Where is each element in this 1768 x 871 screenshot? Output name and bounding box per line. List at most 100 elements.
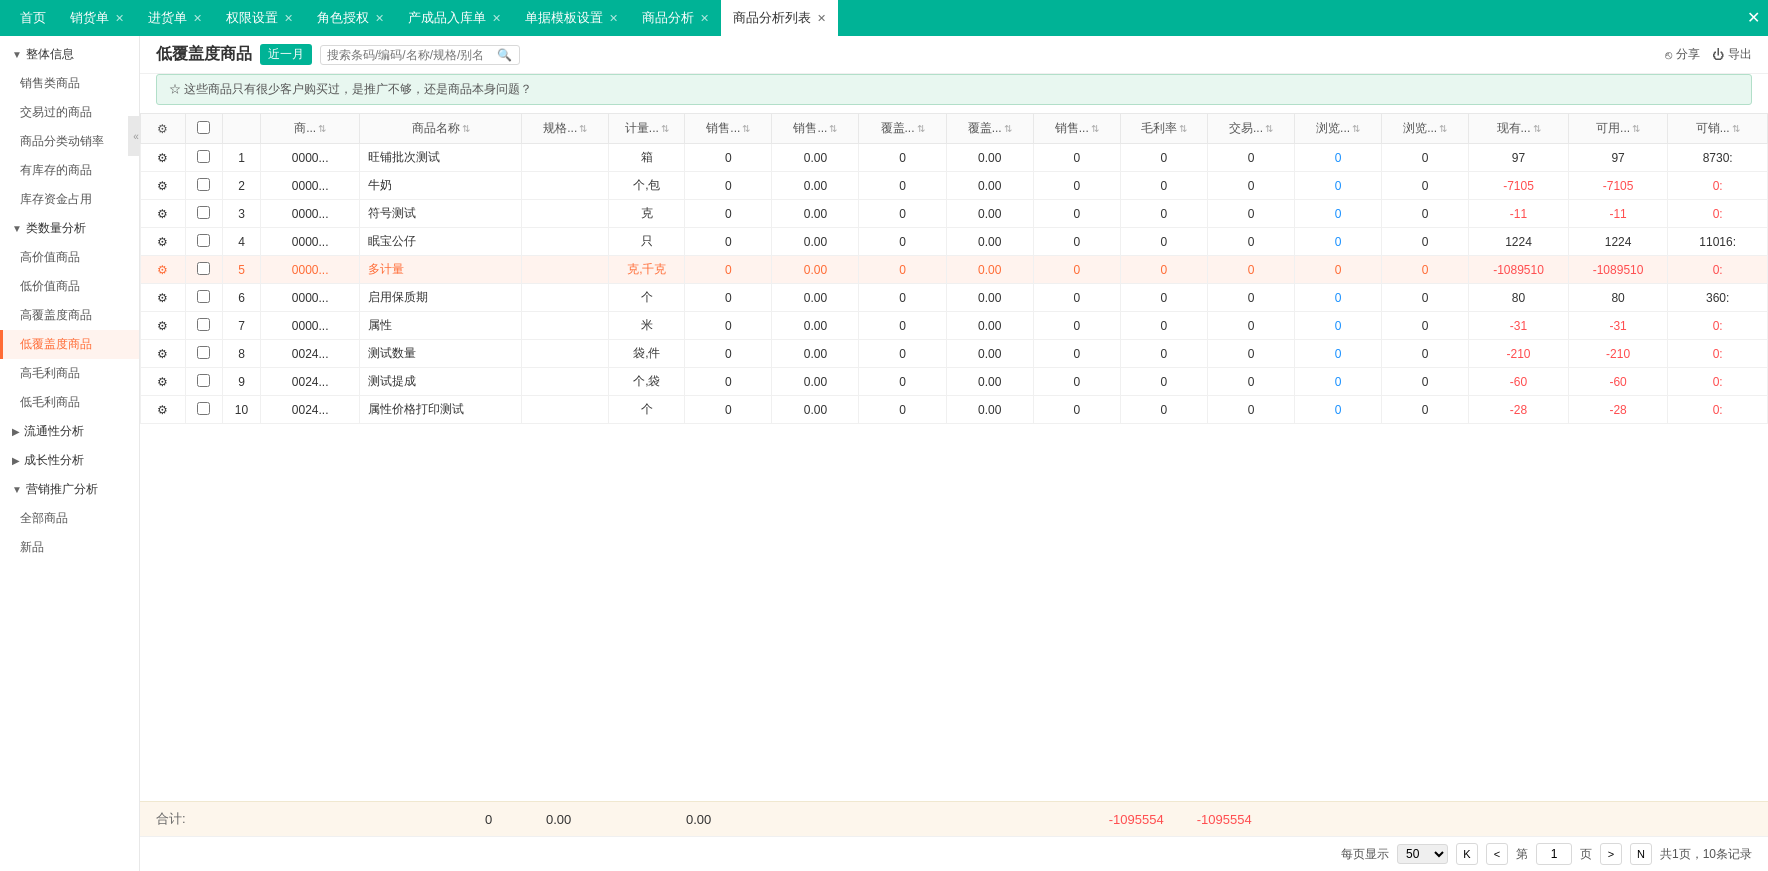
row-browse1[interactable]: 0 bbox=[1295, 172, 1382, 200]
col-browse1[interactable]: 浏览...⇅ bbox=[1295, 114, 1382, 144]
sidebar-item-low-coverage[interactable]: 低覆盖度商品 bbox=[0, 330, 139, 359]
row-browse2: 0 bbox=[1382, 200, 1469, 228]
row-settings[interactable]: ⚙ bbox=[141, 312, 186, 340]
last-page-button[interactable]: N bbox=[1630, 843, 1652, 865]
nav-tab-analysis-list[interactable]: 商品分析列表 ✕ bbox=[721, 0, 838, 36]
row-settings[interactable]: ⚙ bbox=[141, 228, 186, 256]
first-page-button[interactable]: K bbox=[1456, 843, 1478, 865]
window-close-button[interactable]: ✕ bbox=[1747, 10, 1760, 26]
sidebar-section-overall[interactable]: ▼ 整体信息 bbox=[0, 40, 139, 69]
close-analysis-list-icon[interactable]: ✕ bbox=[817, 12, 826, 25]
col-coverage1[interactable]: 覆盖...⇅ bbox=[859, 114, 946, 144]
close-products-icon[interactable]: ✕ bbox=[492, 12, 501, 25]
row-sales-qty: 0 bbox=[685, 200, 772, 228]
row-settings[interactable]: ⚙ bbox=[141, 368, 186, 396]
sidebar-item-low-profit[interactable]: 低毛利商品 bbox=[0, 388, 139, 417]
row-check[interactable] bbox=[185, 368, 222, 396]
sidebar-item-high-value[interactable]: 高价值商品 bbox=[0, 243, 139, 272]
row-browse1[interactable]: 0 bbox=[1295, 200, 1382, 228]
col-current[interactable]: 现有...⇅ bbox=[1469, 114, 1569, 144]
nav-tab-analysis[interactable]: 商品分析 ✕ bbox=[630, 0, 721, 36]
row-settings[interactable]: ⚙ bbox=[141, 256, 186, 284]
row-settings[interactable]: ⚙ bbox=[141, 340, 186, 368]
col-spec[interactable]: 规格...⇅ bbox=[522, 114, 609, 144]
nav-tab-products[interactable]: 产成品入库单 ✕ bbox=[396, 0, 513, 36]
sidebar-section-flow[interactable]: ▶ 流通性分析 bbox=[0, 417, 139, 446]
col-sales-x[interactable]: 销售...⇅ bbox=[1033, 114, 1120, 144]
sidebar-item-new-goods[interactable]: 新品 bbox=[0, 533, 139, 562]
row-check[interactable] bbox=[185, 172, 222, 200]
sidebar-section-marketing[interactable]: ▼ 营销推广分析 bbox=[0, 475, 139, 504]
select-all-checkbox[interactable] bbox=[197, 121, 210, 134]
nav-tab-sales[interactable]: 销货单 ✕ bbox=[58, 0, 136, 36]
sidebar-item-high-profit[interactable]: 高毛利商品 bbox=[0, 359, 139, 388]
sidebar-item-all-goods[interactable]: 全部商品 bbox=[0, 504, 139, 533]
row-unit: 箱 bbox=[609, 144, 685, 172]
sidebar-item-stock-fund[interactable]: 库存资金占用 bbox=[0, 185, 139, 214]
row-check[interactable] bbox=[185, 284, 222, 312]
row-check[interactable] bbox=[185, 144, 222, 172]
row-settings[interactable]: ⚙ bbox=[141, 144, 186, 172]
col-sales-amt[interactable]: 销售...⇅ bbox=[772, 114, 859, 144]
row-browse1[interactable]: 0 bbox=[1295, 368, 1382, 396]
close-roles-icon[interactable]: ✕ bbox=[375, 12, 384, 25]
page-number-input[interactable] bbox=[1536, 843, 1572, 865]
col-available[interactable]: 可用...⇅ bbox=[1568, 114, 1668, 144]
row-check[interactable] bbox=[185, 200, 222, 228]
row-check[interactable] bbox=[185, 396, 222, 424]
col-sales-qty[interactable]: 销售...⇅ bbox=[685, 114, 772, 144]
col-name[interactable]: 商品名称⇅ bbox=[360, 114, 522, 144]
sidebar-item-low-value[interactable]: 低价值商品 bbox=[0, 272, 139, 301]
close-sales-icon[interactable]: ✕ bbox=[115, 12, 124, 25]
row-browse1[interactable]: 0 bbox=[1295, 340, 1382, 368]
prev-page-button[interactable]: < bbox=[1486, 843, 1508, 865]
sidebar-item-has-stock[interactable]: 有库存的商品 bbox=[0, 156, 139, 185]
export-button[interactable]: ⏻ 导出 bbox=[1712, 46, 1752, 63]
sidebar-item-high-coverage[interactable]: 高覆盖度商品 bbox=[0, 301, 139, 330]
row-unit: 袋,件 bbox=[609, 340, 685, 368]
col-code[interactable]: 商...⇅ bbox=[260, 114, 360, 144]
col-unit[interactable]: 计量...⇅ bbox=[609, 114, 685, 144]
next-page-button[interactable]: > bbox=[1600, 843, 1622, 865]
row-check[interactable] bbox=[185, 312, 222, 340]
row-browse1[interactable]: 0 bbox=[1295, 396, 1382, 424]
nav-tab-permissions[interactable]: 权限设置 ✕ bbox=[214, 0, 305, 36]
close-templates-icon[interactable]: ✕ bbox=[609, 12, 618, 25]
row-browse1[interactable]: 0 bbox=[1295, 284, 1382, 312]
nav-tab-home[interactable]: 首页 bbox=[8, 0, 58, 36]
sidebar-item-sales-goods[interactable]: 销售类商品 bbox=[0, 69, 139, 98]
nav-tab-purchase[interactable]: 进货单 ✕ bbox=[136, 0, 214, 36]
row-settings[interactable]: ⚙ bbox=[141, 396, 186, 424]
col-settings[interactable]: ⚙ bbox=[141, 114, 186, 144]
per-page-select[interactable]: 50 10 20 100 bbox=[1397, 844, 1448, 864]
row-check[interactable] bbox=[185, 256, 222, 284]
row-check[interactable] bbox=[185, 340, 222, 368]
sidebar-section-growth[interactable]: ▶ 成长性分析 bbox=[0, 446, 139, 475]
row-browse1[interactable]: 0 bbox=[1295, 228, 1382, 256]
col-trade[interactable]: 交易...⇅ bbox=[1207, 114, 1294, 144]
col-browse2[interactable]: 浏览...⇅ bbox=[1382, 114, 1469, 144]
time-filter-button[interactable]: 近一月 bbox=[260, 44, 312, 65]
share-button[interactable]: ⎋ 分享 bbox=[1665, 46, 1700, 63]
col-gross[interactable]: 毛利率⇅ bbox=[1120, 114, 1207, 144]
row-browse1[interactable]: 0 bbox=[1295, 144, 1382, 172]
close-analysis-icon[interactable]: ✕ bbox=[700, 12, 709, 25]
sidebar-item-traded-goods[interactable]: 交易过的商品 bbox=[0, 98, 139, 127]
col-sellable[interactable]: 可销...⇅ bbox=[1668, 114, 1768, 144]
search-input[interactable] bbox=[327, 48, 497, 62]
row-check[interactable] bbox=[185, 228, 222, 256]
nav-tab-roles[interactable]: 角色授权 ✕ bbox=[305, 0, 396, 36]
row-browse1[interactable]: 0 bbox=[1295, 256, 1382, 284]
col-coverage2[interactable]: 覆盖...⇅ bbox=[946, 114, 1033, 144]
row-settings[interactable]: ⚙ bbox=[141, 284, 186, 312]
nav-tab-templates[interactable]: 单据模板设置 ✕ bbox=[513, 0, 630, 36]
close-permissions-icon[interactable]: ✕ bbox=[284, 12, 293, 25]
sidebar-collapse-button[interactable]: « bbox=[128, 116, 140, 156]
close-purchase-icon[interactable]: ✕ bbox=[193, 12, 202, 25]
row-browse1[interactable]: 0 bbox=[1295, 312, 1382, 340]
row-settings[interactable]: ⚙ bbox=[141, 172, 186, 200]
sidebar-section-quantity[interactable]: ▼ 类数量分析 bbox=[0, 214, 139, 243]
sidebar-item-sales-ratio[interactable]: 商品分类动销率 bbox=[0, 127, 139, 156]
col-check[interactable] bbox=[185, 114, 222, 144]
row-settings[interactable]: ⚙ bbox=[141, 200, 186, 228]
